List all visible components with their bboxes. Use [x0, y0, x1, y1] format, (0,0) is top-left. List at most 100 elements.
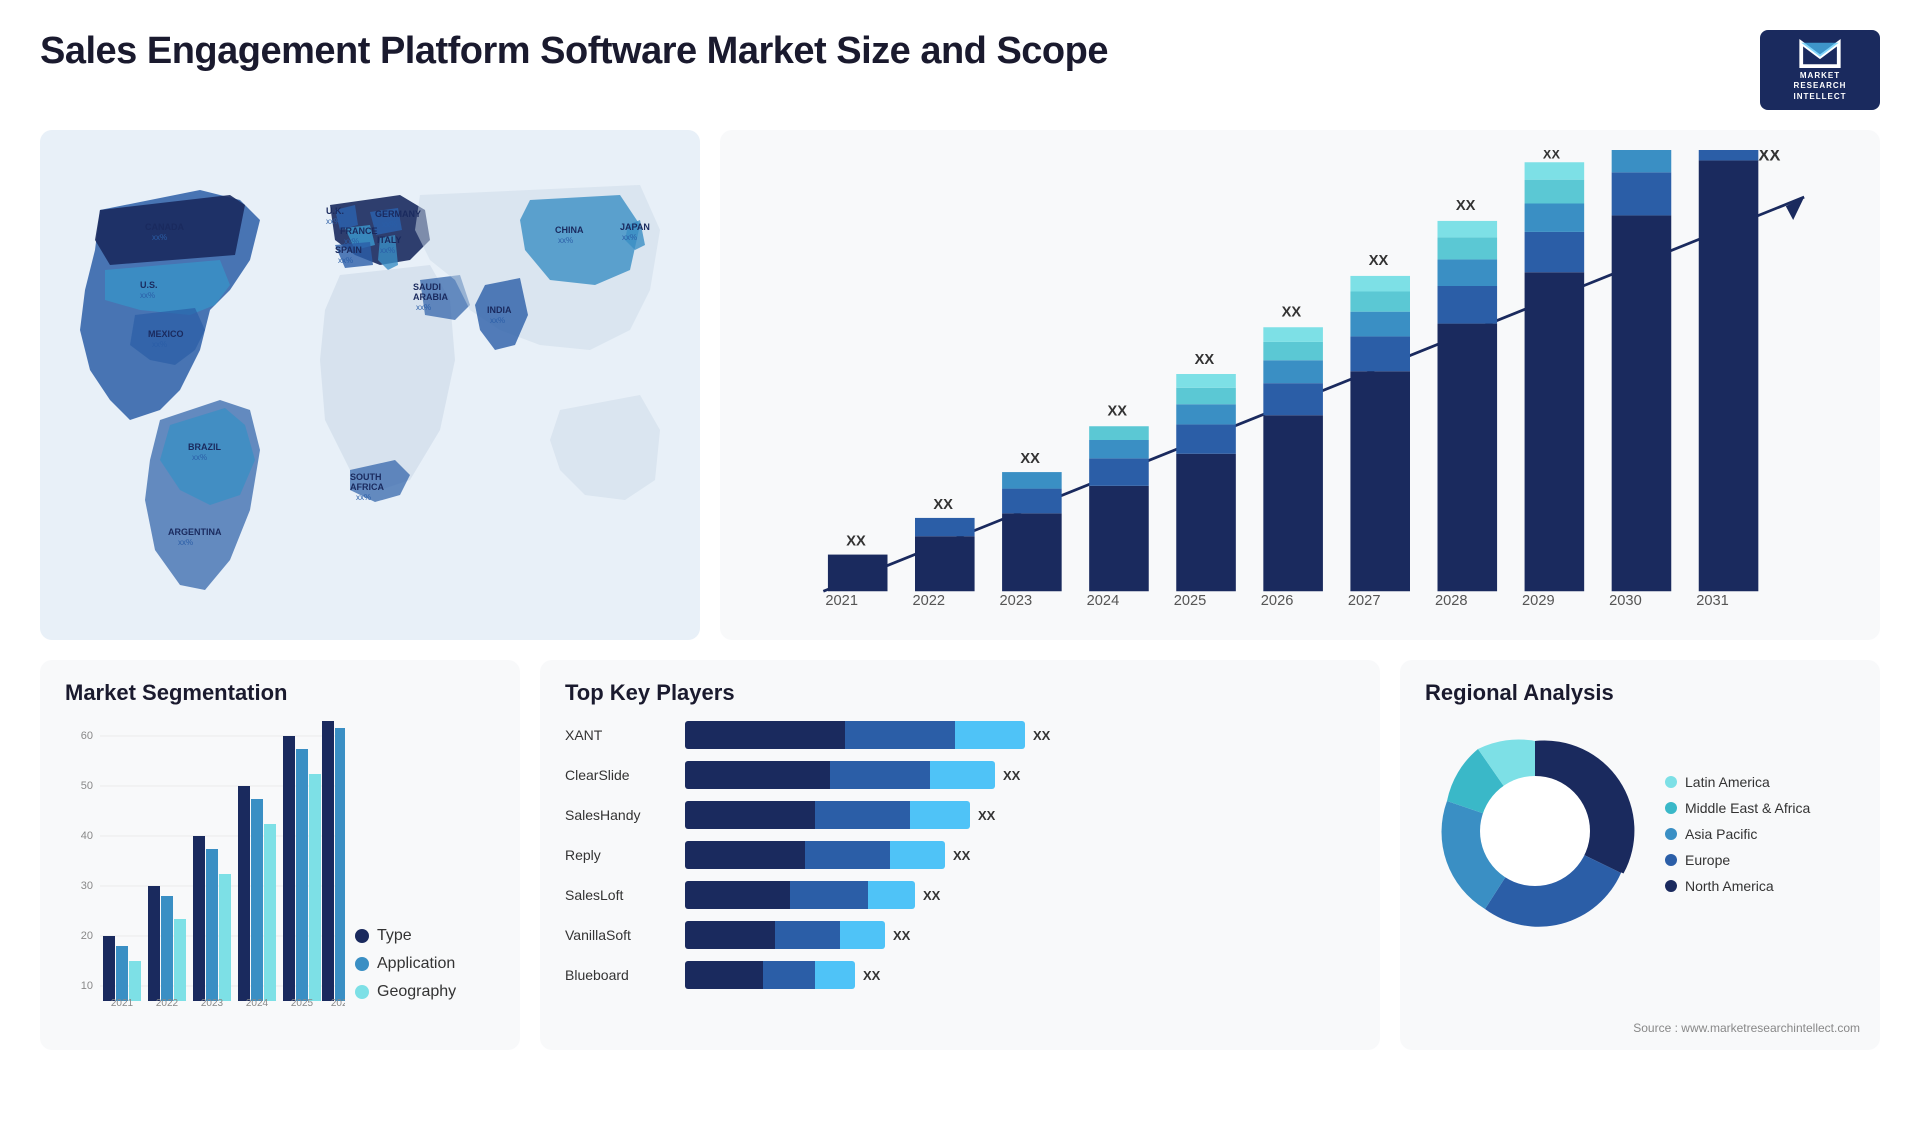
legend-type-dot — [355, 929, 369, 943]
player-bar-blueboard: XX — [685, 961, 1355, 989]
legend-application-label: Application — [377, 955, 455, 973]
svg-text:2022: 2022 — [156, 998, 179, 1009]
player-xx-blueboard: XX — [863, 968, 880, 983]
player-name-saleshandy: SalesHandy — [565, 807, 675, 823]
svg-text:SPAIN: SPAIN — [335, 245, 362, 255]
bar-chart-section: XX XX XX XX — [720, 130, 1880, 640]
svg-text:xx%: xx% — [622, 233, 637, 242]
svg-text:ARGENTINA: ARGENTINA — [168, 527, 222, 537]
player-bar-vanillasoft: XX — [685, 921, 1355, 949]
svg-text:JAPAN: JAPAN — [620, 222, 650, 232]
svg-text:2026: 2026 — [1261, 593, 1294, 609]
svg-text:2024: 2024 — [246, 998, 269, 1009]
svg-text:XX: XX — [1456, 198, 1476, 214]
player-name-vanillasoft: VanillaSoft — [565, 927, 675, 943]
legend-type-label: Type — [377, 927, 412, 945]
legend-europe-label: Europe — [1685, 852, 1730, 868]
list-item: SalesLoft XX — [565, 881, 1355, 909]
svg-text:CANADA: CANADA — [145, 222, 184, 232]
bar-chart: XX XX XX XX — [750, 150, 1850, 620]
list-item: Reply XX — [565, 841, 1355, 869]
segmentation-chart: 60 50 40 30 20 10 — [65, 721, 345, 1021]
svg-text:SAUDI: SAUDI — [413, 282, 441, 292]
logo-box: MARKETRESEARCHINTELLECT — [1760, 30, 1880, 110]
map-section: CANADA xx% U.S. xx% MEXICO xx% BRAZIL xx… — [40, 130, 700, 640]
svg-text:2029: 2029 — [1522, 593, 1555, 609]
player-bar-salesloft: XX — [685, 881, 1355, 909]
player-xx-salesloft: XX — [923, 888, 940, 903]
svg-text:2030: 2030 — [1609, 593, 1642, 609]
legend-middle-east-africa: Middle East & Africa — [1665, 800, 1810, 816]
donut-chart — [1425, 721, 1645, 946]
svg-text:xx%: xx% — [140, 291, 155, 300]
svg-text:XX: XX — [1108, 403, 1128, 419]
svg-text:20: 20 — [81, 930, 93, 942]
svg-text:XX: XX — [846, 533, 866, 549]
list-item: XANT XX — [565, 721, 1355, 749]
logo-icon — [1795, 38, 1845, 71]
legend-type: Type — [355, 927, 456, 945]
svg-text:2025: 2025 — [1174, 593, 1207, 609]
svg-text:XX: XX — [1195, 352, 1215, 368]
svg-text:30: 30 — [81, 880, 93, 892]
svg-text:XX: XX — [1543, 150, 1561, 162]
legend-europe-dot — [1665, 854, 1677, 866]
legend-middle-east-label: Middle East & Africa — [1685, 800, 1810, 816]
source-text: Source : www.marketresearchintellect.com — [1633, 1021, 1860, 1035]
regional-container: Latin America Middle East & Africa Asia … — [1425, 721, 1855, 946]
svg-text:MEXICO: MEXICO — [148, 329, 184, 339]
player-name-salesloft: SalesLoft — [565, 887, 675, 903]
svg-text:50: 50 — [81, 780, 93, 792]
svg-text:2026: 2026 — [331, 998, 345, 1009]
svg-text:INDIA: INDIA — [487, 305, 512, 315]
svg-text:xx%: xx% — [490, 316, 505, 325]
logo-area: MARKETRESEARCHINTELLECT — [1760, 30, 1880, 110]
legend-north-america-label: North America — [1685, 878, 1774, 894]
svg-text:ITALY: ITALY — [377, 235, 402, 245]
legend-geography-dot — [355, 985, 369, 999]
svg-text:U.S.: U.S. — [140, 280, 158, 290]
segmentation-legend: Type Application Geography — [355, 927, 456, 1021]
player-bar-clearslide: XX — [685, 761, 1355, 789]
logo-text: MARKETRESEARCHINTELLECT — [1794, 71, 1847, 102]
svg-text:2023: 2023 — [1000, 593, 1033, 609]
svg-text:XX: XX — [1020, 451, 1040, 467]
legend-latin-america-label: Latin America — [1685, 774, 1770, 790]
legend-latin-america: Latin America — [1665, 774, 1810, 790]
player-name-xant: XANT — [565, 727, 675, 743]
svg-text:10: 10 — [81, 980, 93, 992]
list-item: ClearSlide XX — [565, 761, 1355, 789]
svg-text:2028: 2028 — [1435, 593, 1468, 609]
legend-middle-east-dot — [1665, 802, 1677, 814]
list-item: Blueboard XX — [565, 961, 1355, 989]
player-xx-clearslide: XX — [1003, 768, 1020, 783]
world-map: CANADA xx% U.S. xx% MEXICO xx% BRAZIL xx… — [40, 130, 700, 640]
svg-text:XX: XX — [933, 497, 953, 513]
legend-asia-pacific-dot — [1665, 828, 1677, 840]
svg-text:xx%: xx% — [382, 220, 397, 229]
svg-text:xx%: xx% — [558, 236, 573, 245]
svg-text:2021: 2021 — [111, 998, 134, 1009]
svg-text:BRAZIL: BRAZIL — [188, 442, 221, 452]
svg-text:xx%: xx% — [178, 538, 193, 547]
svg-text:XX: XX — [1369, 253, 1389, 269]
page-container: Sales Engagement Platform Software Marke… — [0, 0, 1920, 1146]
svg-text:40: 40 — [81, 830, 93, 842]
player-xx-xant: XX — [1033, 728, 1050, 743]
list-item: VanillaSoft XX — [565, 921, 1355, 949]
svg-text:xx%: xx% — [326, 217, 341, 226]
players-list: XANT XX ClearSlide — [565, 721, 1355, 989]
legend-asia-pacific-label: Asia Pacific — [1685, 826, 1757, 842]
player-xx-reply: XX — [953, 848, 970, 863]
legend-geography-label: Geography — [377, 983, 456, 1001]
svg-text:xx%: xx% — [192, 453, 207, 462]
legend-application: Application — [355, 955, 456, 973]
svg-text:60: 60 — [81, 730, 93, 742]
svg-text:xx%: xx% — [338, 256, 353, 265]
list-item: SalesHandy XX — [565, 801, 1355, 829]
svg-text:XX: XX — [1282, 304, 1302, 320]
legend-europe: Europe — [1665, 852, 1810, 868]
player-bar-xant: XX — [685, 721, 1355, 749]
donut-svg — [1425, 721, 1645, 941]
svg-text:2022: 2022 — [912, 593, 945, 609]
